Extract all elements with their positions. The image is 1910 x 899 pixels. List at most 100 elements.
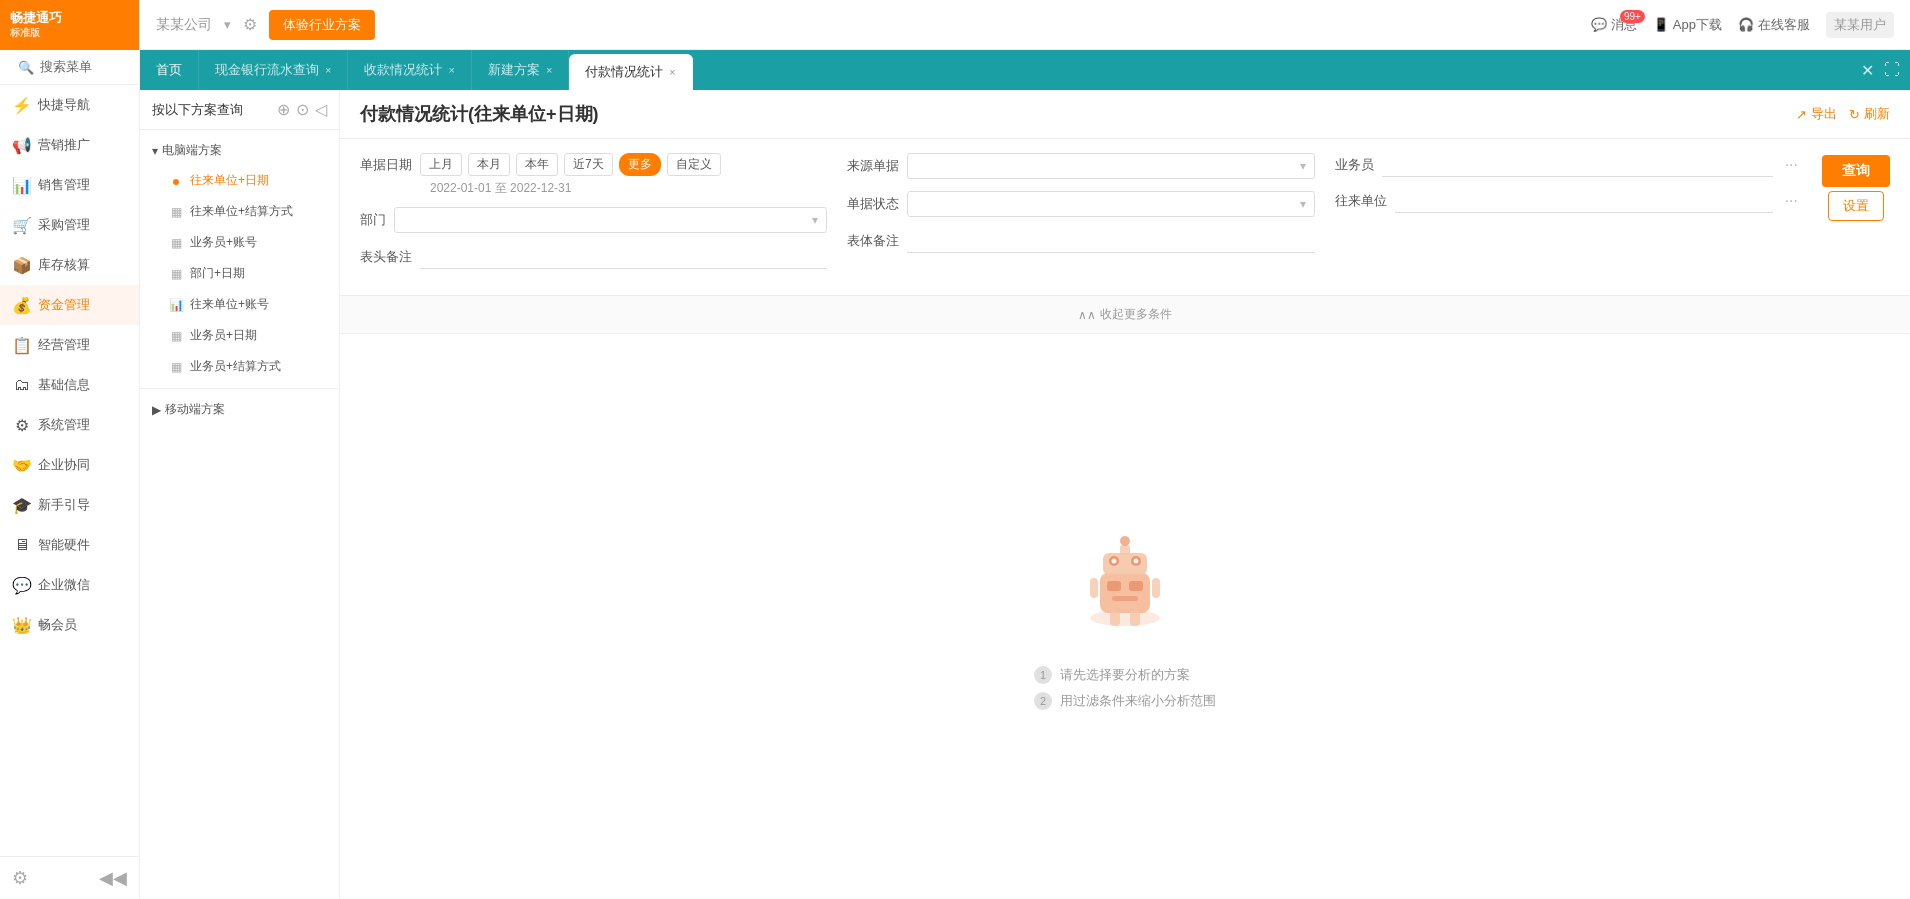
status-select[interactable]: ▾ xyxy=(907,191,1314,217)
experience-btn[interactable]: 体验行业方案 xyxy=(269,10,375,40)
sidebar-search[interactable]: 🔍 搜索菜单 xyxy=(0,50,139,85)
scheme-settings-icon[interactable]: ⊙ xyxy=(296,100,309,119)
source-select[interactable]: ▾ xyxy=(907,153,1314,179)
date-btn-7days[interactable]: 近7天 xyxy=(564,153,613,176)
sidebar-item-guide[interactable]: 🎓新手引导 xyxy=(0,485,139,525)
header-note-filter: 表头备注 xyxy=(360,245,827,269)
sidebar-item-purchase[interactable]: 🛒采购管理 xyxy=(0,205,139,245)
date-btn-this-month[interactable]: 本月 xyxy=(468,153,510,176)
message-icon: 💬 xyxy=(1591,17,1607,32)
sidebar-item-label-wechat: 企业微信 xyxy=(38,576,90,594)
maximize-icon[interactable]: ⛶ xyxy=(1884,61,1900,79)
service-icon: 🎧 xyxy=(1738,17,1754,32)
tab-home[interactable]: 首页 xyxy=(140,50,199,90)
date-range-display: 2022-01-01 至 2022-12-31 xyxy=(430,181,571,195)
sidebar-item-member[interactable]: 👑畅会员 xyxy=(0,605,139,645)
svg-rect-13 xyxy=(1152,578,1160,598)
scheme-item-label: 业务员+账号 xyxy=(190,234,257,251)
counterpart-more-btn[interactable]: ··· xyxy=(1781,192,1802,210)
sidebar-item-label-sales: 销售管理 xyxy=(38,176,90,194)
sidebar-item-quick-nav[interactable]: ⚡快捷导航 xyxy=(0,85,139,125)
company-dropdown-icon[interactable]: ▾ xyxy=(224,17,231,32)
collapse-bar[interactable]: ∧∧ 收起更多条件 xyxy=(340,296,1910,334)
content-area: 按以下方案查询 ⊕ ⊙ ◁ ▾ 电脑端方案 ●往来单位+日期▦往来单位+结算方式… xyxy=(140,90,1910,899)
staff-input[interactable] xyxy=(1382,153,1773,177)
scheme-table-icon: ▦ xyxy=(168,204,184,220)
date-btn-custom[interactable]: 自定义 xyxy=(667,153,721,176)
date-btn-this-year[interactable]: 本年 xyxy=(516,153,558,176)
close-all-tabs-icon[interactable]: ✕ xyxy=(1861,61,1874,80)
sidebar-item-sys-manage[interactable]: ⚙系统管理 xyxy=(0,405,139,445)
tab-cashflow[interactable]: 现金银行流水查询 × xyxy=(199,50,348,90)
counterpart-input[interactable] xyxy=(1395,189,1773,213)
status-dropdown-icon: ▾ xyxy=(1300,197,1306,211)
sidebar-item-icon-wechat: 💬 xyxy=(12,575,32,595)
scheme-item-staff-payment[interactable]: ▦业务员+结算方式 xyxy=(140,351,339,382)
scheme-item-counterpart-account[interactable]: 📊往来单位+账号 xyxy=(140,289,339,320)
dept-select[interactable]: ▾ xyxy=(394,207,827,233)
sidebar-item-enterprise[interactable]: 🤝企业协同 xyxy=(0,445,139,485)
body-note-input[interactable] xyxy=(907,229,1314,253)
refresh-btn[interactable]: ↻ 刷新 xyxy=(1849,105,1890,123)
mobile-group-title[interactable]: ▶ 移动端方案 xyxy=(140,395,339,424)
sidebar-item-sales[interactable]: 📊销售管理 xyxy=(0,165,139,205)
svg-rect-4 xyxy=(1112,596,1138,601)
tab-payment[interactable]: 付款情况统计 × xyxy=(569,54,692,90)
collapse-icon: ∧∧ xyxy=(1078,308,1096,322)
sidebar-item-wechat[interactable]: 💬 企业微信 xyxy=(0,565,139,605)
add-scheme-icon[interactable]: ⊕ xyxy=(277,100,290,119)
tab-close-new-scheme[interactable]: × xyxy=(546,64,552,76)
message-btn[interactable]: 💬 消息 99+ xyxy=(1591,16,1637,34)
online-service-btn[interactable]: 🎧 在线客服 xyxy=(1738,16,1810,34)
date-btn-last-month[interactable]: 上月 xyxy=(420,153,462,176)
collapse-sidebar-icon[interactable]: ◀◀ xyxy=(99,867,127,889)
tab-receivable[interactable]: 收款情况统计 × xyxy=(348,50,471,90)
scheme-table-icon: ▦ xyxy=(168,235,184,251)
scheme-table-icon: ▦ xyxy=(168,359,184,375)
topbar-right: 💬 消息 99+ 📱 App下载 🎧 在线客服 某某用户 xyxy=(1591,12,1894,38)
sidebar-item-icon-marketing: 📢 xyxy=(12,135,32,155)
topbar-settings-icon[interactable]: ⚙ xyxy=(243,15,257,34)
user-avatar[interactable]: 某某用户 xyxy=(1826,12,1894,38)
sidebar-item-inventory[interactable]: 📦库存核算 xyxy=(0,245,139,285)
date-btn-more[interactable]: 更多 xyxy=(619,153,661,176)
scheme-item-dept-date[interactable]: ▦部门+日期 xyxy=(140,258,339,289)
tab-label-payment: 付款情况统计 xyxy=(585,63,663,81)
tab-close-cashflow[interactable]: × xyxy=(325,64,331,76)
scheme-item-counterpart-date[interactable]: ●往来单位+日期 xyxy=(140,165,339,196)
tab-close-payment[interactable]: × xyxy=(669,66,675,78)
query-btn[interactable]: 查询 xyxy=(1822,155,1890,187)
tab-close-receivable[interactable]: × xyxy=(448,64,454,76)
desktop-group-title[interactable]: ▾ 电脑端方案 xyxy=(140,136,339,165)
tab-label-cashflow: 现金银行流水查询 xyxy=(215,61,319,79)
export-btn[interactable]: ↗ 导出 xyxy=(1796,105,1837,123)
header-note-input[interactable] xyxy=(420,245,827,269)
scheme-item-counterpart-payment[interactable]: ▦往来单位+结算方式 xyxy=(140,196,339,227)
sidebar-item-smart-hw[interactable]: 🖥智能硬件 xyxy=(0,525,139,565)
topbar-left: 某某公司 ▾ ⚙ 体验行业方案 xyxy=(156,10,375,40)
sidebar-item-icon-quick-nav: ⚡ xyxy=(12,95,32,115)
left-panel: 按以下方案查询 ⊕ ⊙ ◁ ▾ 电脑端方案 ●往来单位+日期▦往来单位+结算方式… xyxy=(140,90,340,899)
svg-rect-3 xyxy=(1129,581,1143,591)
sidebar-item-label-smart-hw: 智能硬件 xyxy=(38,536,90,554)
left-panel-header-actions: ⊕ ⊙ ◁ xyxy=(277,100,327,119)
app-download-btn[interactable]: 📱 App下载 xyxy=(1653,16,1722,34)
scheme-item-staff-date[interactable]: ▦业务员+日期 xyxy=(140,320,339,351)
sidebar-item-capital[interactable]: 💰资金管理 xyxy=(0,285,139,325)
empty-illustration xyxy=(1065,523,1185,646)
sidebar-item-marketing[interactable]: 📢营销推广 xyxy=(0,125,139,165)
staff-more-btn[interactable]: ··· xyxy=(1781,156,1802,174)
tab-new-scheme[interactable]: 新建方案× xyxy=(472,50,569,90)
settings-icon[interactable]: ⚙ xyxy=(12,867,28,889)
svg-rect-2 xyxy=(1107,581,1121,591)
scheme-table-icon: ▦ xyxy=(168,328,184,344)
sidebar-item-icon-member: 👑 xyxy=(12,615,32,635)
sidebar-item-operation[interactable]: 📋经营管理 xyxy=(0,325,139,365)
filter-settings-btn[interactable]: 设置 xyxy=(1828,191,1884,221)
scheme-item-staff-account[interactable]: ▦ 业务员+账号 xyxy=(140,227,339,258)
collapse-panel-icon[interactable]: ◁ xyxy=(315,100,327,119)
sidebar-item-basic-info[interactable]: 🗂基础信息 xyxy=(0,365,139,405)
date-label: 单据日期 xyxy=(360,156,412,174)
sidebar-footer: ⚙ ◀◀ xyxy=(0,856,139,899)
tab-label-receivable: 收款情况统计 xyxy=(364,61,442,79)
